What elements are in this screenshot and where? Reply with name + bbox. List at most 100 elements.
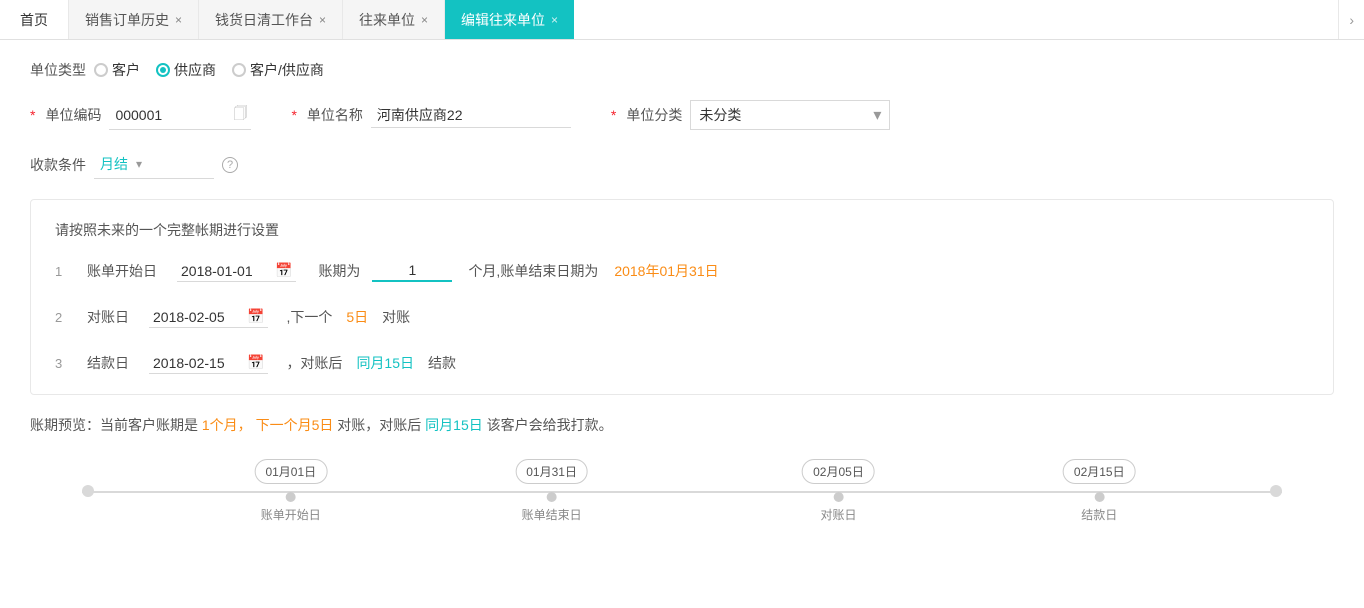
radio-both[interactable]: 客户/供应商 — [232, 60, 324, 80]
unit-category-dropdown[interactable]: 未分类 ▾ — [690, 100, 890, 130]
radio-customer-label: 客户 — [112, 60, 140, 80]
reconcile-suffix: 对账 — [382, 307, 410, 327]
radio-supplier-label: 供应商 — [174, 60, 216, 80]
tab-edit-partner[interactable]: 编辑往来单位 × — [445, 0, 574, 39]
tab-sales-history[interactable]: 销售订单历史 × — [69, 0, 199, 39]
unit-name-label: 单位名称 — [307, 105, 363, 125]
unit-name-field: * 单位名称 — [291, 103, 570, 128]
start-date-input-wrap: 📅 — [177, 260, 296, 282]
row-num-3: 3 — [55, 356, 75, 371]
unit-type-radio-group: 客户 供应商 客户/供应商 — [94, 60, 324, 80]
timeline-right-end — [1270, 485, 1282, 497]
preview-reconcile: 下一个月5日 — [256, 417, 334, 433]
preview-suffix: 该客户会给我打款。 — [487, 417, 613, 433]
row-label-2: 对账日 — [87, 307, 129, 327]
partner-close-icon[interactable]: × — [421, 13, 428, 27]
radio-both-label: 客户/供应商 — [250, 60, 324, 80]
payment-condition-select[interactable]: 月结 ▾ — [94, 150, 214, 179]
partner-label: 往来单位 — [359, 10, 415, 30]
unit-type-label: 单位类型 — [30, 60, 86, 80]
main-content: 单位类型 客户 供应商 客户/供应商 * 单位编码 — [0, 40, 1364, 608]
unit-category-field: * 单位分类 未分类 ▾ — [611, 100, 890, 130]
unit-info-row: * 单位编码 🗍 * 单位名称 * 单位分类 未分类 ▾ — [30, 100, 1334, 130]
timeline-point-2: 01月31日 账单结束日 — [515, 459, 588, 523]
payment-condition-value: 月结 — [100, 154, 128, 174]
sales-history-close-icon[interactable]: × — [175, 13, 182, 27]
period-end-date: 2018年01月31日 — [614, 261, 718, 281]
tl-badge-2: 01月31日 — [515, 459, 588, 484]
timeline-point-3: 02月05日 对账日 — [802, 459, 875, 523]
settle-suffix: 结款 — [428, 353, 456, 373]
cash-work-label: 钱货日清工作台 — [215, 10, 313, 30]
preview-section: 账期预览：当前客户账期是 1个月， 下一个月5日 对账，对账后 同月15日 该客… — [30, 415, 1334, 435]
payment-condition-help-icon[interactable]: ? — [222, 157, 238, 173]
tab-bar: 首页 销售订单历史 × 钱货日清工作台 × 往来单位 × 编辑往来单位 × › — [0, 0, 1364, 40]
setting-row-3: 3 结款日 📅 ，对账后 同月15日 结款 — [55, 352, 1309, 374]
radio-supplier-circle — [156, 63, 170, 77]
radio-customer-circle — [94, 63, 108, 77]
tab-overflow-arrow[interactable]: › — [1338, 0, 1364, 39]
row-num-1: 1 — [55, 264, 75, 279]
settle-date-input-wrap: 📅 — [149, 352, 268, 374]
unit-category-label: 单位分类 — [626, 105, 682, 125]
settle-date-input[interactable] — [153, 355, 243, 371]
sales-history-label: 销售订单历史 — [85, 10, 169, 30]
reconcile-prefix: ,下一个 — [286, 307, 332, 327]
tl-dot-3 — [833, 492, 843, 502]
row-label-3: 结款日 — [87, 353, 129, 373]
timeline-point-1: 01月01日 账单开始日 — [254, 459, 327, 523]
unit-code-star: * — [30, 107, 35, 123]
preview-period: 1个月， — [202, 417, 252, 433]
start-date-input[interactable] — [181, 263, 271, 279]
tab-partner[interactable]: 往来单位 × — [343, 0, 445, 39]
settings-title: 请按照未来的一个完整帐期进行设置 — [55, 220, 1309, 240]
unit-type-field: 单位类型 客户 供应商 客户/供应商 — [30, 60, 324, 80]
settle-prefix: ，对账后 — [286, 353, 342, 373]
reconcile-date-input[interactable] — [153, 309, 243, 325]
payment-condition-field: 收款条件 月结 ▾ ? — [30, 150, 238, 179]
tl-dot-2 — [547, 492, 557, 502]
unit-category-arrow-icon: ▾ — [873, 105, 881, 125]
start-date-cal-icon[interactable]: 📅 — [275, 262, 292, 279]
timeline-point-4: 02月15日 结款日 — [1063, 459, 1136, 523]
reconcile-date-cal-icon[interactable]: 📅 — [247, 308, 264, 325]
tl-label-3: 对账日 — [820, 506, 856, 523]
tl-badge-1: 01月01日 — [254, 459, 327, 484]
edit-partner-close-icon[interactable]: × — [551, 13, 558, 27]
cash-work-close-icon[interactable]: × — [319, 13, 326, 27]
setting-row-1: 1 账单开始日 📅 账期为 个月,账单结束日期为 2018年01月31日 — [55, 260, 1309, 282]
edit-partner-label: 编辑往来单位 — [461, 10, 545, 30]
unit-code-field: * 单位编码 🗍 — [30, 101, 251, 130]
settle-date-cal-icon[interactable]: 📅 — [247, 354, 264, 371]
reconcile-highlight: 5日 — [346, 307, 368, 327]
payment-condition-arrow-icon: ▾ — [136, 157, 142, 171]
payment-condition-row: 收款条件 月结 ▾ ? — [30, 150, 1334, 179]
unit-category-star: * — [611, 107, 616, 123]
unit-code-input[interactable] — [109, 103, 229, 127]
unit-code-copy-icon[interactable]: 🗍 — [229, 101, 251, 129]
unit-type-row: 单位类型 客户 供应商 客户/供应商 — [30, 60, 1334, 80]
reconcile-date-input-wrap: 📅 — [149, 306, 268, 328]
row-num-2: 2 — [55, 310, 75, 325]
unit-name-star: * — [291, 107, 296, 123]
timeline-left-end — [82, 485, 94, 497]
radio-customer[interactable]: 客户 — [94, 60, 140, 80]
radio-both-circle — [232, 63, 246, 77]
home-tab-label: 首页 — [20, 10, 48, 30]
settle-highlight: 同月15日 — [356, 353, 414, 373]
tl-badge-3: 02月05日 — [802, 459, 875, 484]
timeline: 01月01日 账单开始日 01月31日 账单结束日 02月05日 对账日 02月… — [30, 459, 1334, 539]
unit-category-value: 未分类 — [699, 105, 873, 125]
payment-condition-label: 收款条件 — [30, 155, 86, 175]
preview-middle: 对账，对账后 — [337, 417, 421, 433]
chevron-right-icon: › — [1349, 12, 1354, 28]
tab-home[interactable]: 首页 — [0, 0, 69, 39]
radio-supplier[interactable]: 供应商 — [156, 60, 216, 80]
period-input[interactable] — [372, 260, 452, 282]
unit-name-input[interactable] — [371, 103, 571, 128]
tab-cash-work[interactable]: 钱货日清工作台 × — [199, 0, 343, 39]
period-suffix: 个月,账单结束日期为 — [468, 261, 598, 281]
settings-box: 请按照未来的一个完整帐期进行设置 1 账单开始日 📅 账期为 个月,账单结束日期… — [30, 199, 1334, 395]
preview-settle: 同月15日 — [425, 417, 483, 433]
tl-label-1: 账单开始日 — [261, 506, 321, 523]
